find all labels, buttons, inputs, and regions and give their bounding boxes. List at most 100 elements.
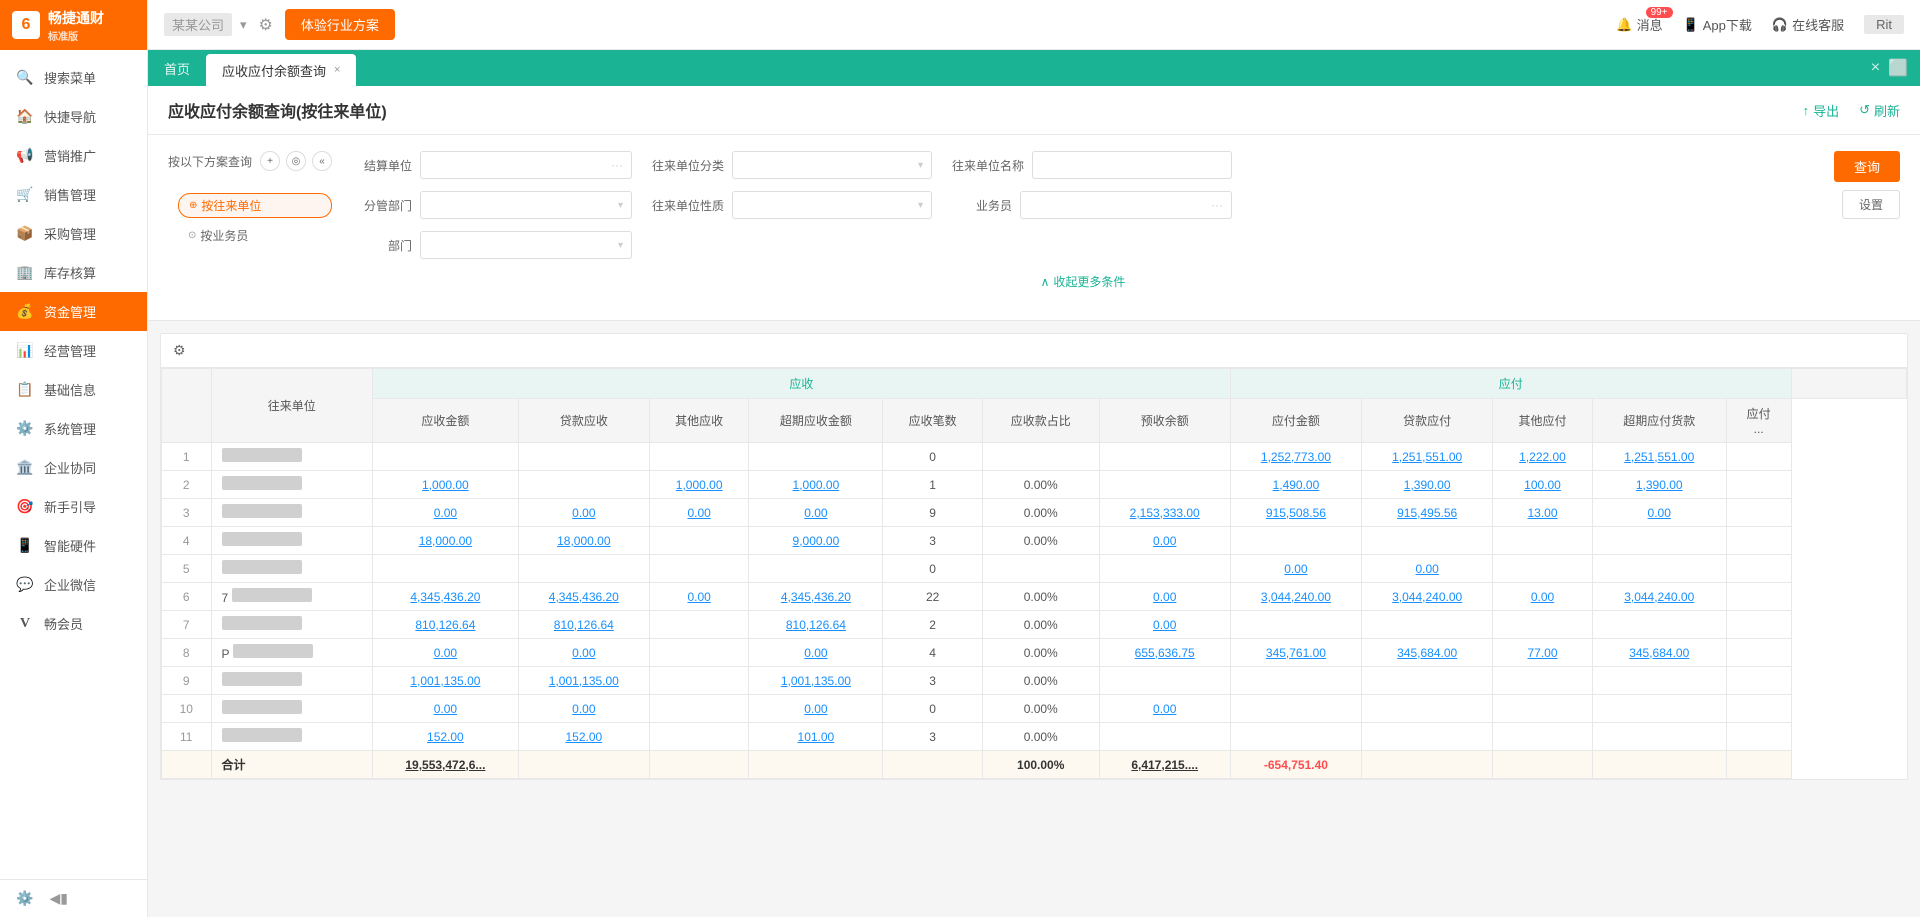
user-info[interactable]: Rit xyxy=(1864,17,1904,32)
sidebar-item-system[interactable]: ⚙️ 系统管理 xyxy=(0,409,147,448)
tab-close-all-icon[interactable]: × xyxy=(1871,59,1880,77)
tab-maximize-icon[interactable]: ⬜ xyxy=(1888,58,1908,78)
sidebar-item-marketing[interactable]: 📢 营销推广 xyxy=(0,136,147,175)
set-button[interactable]: 设置 xyxy=(1842,190,1900,219)
filter-settlement-unit: 结算单位 ··· xyxy=(352,151,632,179)
dept-input[interactable]: ▾ xyxy=(420,191,632,219)
table-row: 8P 0.000.000.0040.00%655,636.75345,761.0… xyxy=(162,639,1907,667)
sidebar-settings-icon[interactable]: ⚙️ xyxy=(16,890,33,907)
partner-cell: P xyxy=(211,639,373,667)
filter-dept: 分管部门 ▾ xyxy=(352,191,632,219)
ar-group-header: 应收 xyxy=(373,369,1231,399)
sidebar-collapse-icon[interactable]: ◀▮ xyxy=(49,890,67,907)
solution-button[interactable]: 体验行业方案 xyxy=(285,9,395,40)
scheme-inactive-icon: ⊙ xyxy=(188,230,196,241)
filter-row-2: 分管部门 ▾ 往来单位性质 ▾ xyxy=(352,191,1814,219)
content-area: 应收应付余额查询(按往来单位) ↑ 导出 ↺ 刷新 按以下方案查询 xyxy=(148,86,1920,780)
sales-icon: 🛒 xyxy=(16,186,34,203)
data-table: 往来单位 应收 应付 应收金额 贷款应收 其他应收 超期应收金额 应收笔数 应收… xyxy=(161,368,1907,779)
main-content: 应收应付余额查询(按往来单位) ↑ 导出 ↺ 刷新 按以下方案查询 xyxy=(148,86,1920,917)
tab-ar-query[interactable]: 应收应付余额查询 × xyxy=(206,54,356,86)
tab-home[interactable]: 首页 xyxy=(148,50,206,86)
table-row: 21,000.001,000.001,000.0010.00%1,490.001… xyxy=(162,471,1907,499)
col-ar-overdue-header: 超期应收金额 xyxy=(749,399,883,443)
sidebar-item-sales[interactable]: 🛒 销售管理 xyxy=(0,175,147,214)
sidebar-item-funds[interactable]: 💰 资金管理 xyxy=(0,292,147,331)
partner-cell xyxy=(211,471,373,499)
hardware-icon: 📱 xyxy=(16,537,34,554)
sidebar-item-quicknav[interactable]: 🏠 快捷导航 xyxy=(0,97,147,136)
collapse-button[interactable]: ∧ 收起更多条件 xyxy=(1041,267,1126,296)
sidebar-item-guide[interactable]: 🎯 新手引导 xyxy=(0,487,147,526)
add-scheme-icon[interactable]: + xyxy=(260,151,280,171)
filter-collapse-section: ∧ 收起更多条件 xyxy=(352,259,1814,304)
table-row: 101,252,773.001,251,551.001,222.001,251,… xyxy=(162,443,1907,471)
table-row: 100.000.000.0000.00%0.00 xyxy=(162,695,1907,723)
tabs-right-actions: × ⬜ xyxy=(1871,58,1920,78)
enterprise-icon: 🏛️ xyxy=(16,459,34,476)
scheme-by-salesman[interactable]: ⊙ 按业务员 xyxy=(178,224,332,247)
member-icon: V xyxy=(16,616,34,632)
export-button[interactable]: ↑ 导出 xyxy=(1803,101,1840,120)
partner-cell xyxy=(211,695,373,723)
total-ar-amount[interactable]: 19,553,472,6... xyxy=(373,751,519,779)
col-no-header xyxy=(162,369,212,443)
table-row: 67 4,345,436.204,345,436.200.004,345,436… xyxy=(162,583,1907,611)
messages-button[interactable]: 🔔 消息 99+ xyxy=(1616,15,1662,34)
settlement-unit-dots: ··· xyxy=(611,158,623,172)
tab-close-icon[interactable]: × xyxy=(334,64,340,76)
total-row: 合计 19,553,472,6... 100.00% 6,417,215....… xyxy=(162,751,1907,779)
partner-category-input[interactable]: ▾ xyxy=(732,151,932,179)
logo-icon: 6 xyxy=(12,11,40,39)
department-arrow: ▾ xyxy=(618,240,623,251)
department-input[interactable]: ▾ xyxy=(420,231,632,259)
table-row: 500.000.00 xyxy=(162,555,1907,583)
basic-icon: 📋 xyxy=(16,381,34,398)
filter-row-3: 部门 ▾ xyxy=(352,231,1814,259)
system-icon: ⚙️ xyxy=(16,420,34,437)
total-ar-advance[interactable]: 6,417,215.... xyxy=(1099,751,1230,779)
sidebar-item-enterprise[interactable]: 🏛️ 企业协同 xyxy=(0,448,147,487)
breadcrumb: 某某公司 ▾ xyxy=(164,13,247,36)
filter-row-1: 结算单位 ··· 往来单位分类 ▾ xyxy=(352,151,1814,179)
partner-nature-arrow: ▾ xyxy=(918,200,923,211)
col-ar-count-header: 应收笔数 xyxy=(883,399,982,443)
partner-name-input[interactable] xyxy=(1032,151,1232,179)
app-download-button[interactable]: 📱 App下载 xyxy=(1683,15,1752,34)
data-table-wrapper: ⚙ 往来单位 应收 应付 应收金额 贷款应收 其他应收 超期应收金额 xyxy=(160,333,1908,780)
sidebar-item-operations[interactable]: 📊 经营管理 xyxy=(0,331,147,370)
partner-cell xyxy=(211,527,373,555)
col-ar-ratio-header: 应收款占比 xyxy=(982,399,1099,443)
settings-gear-icon[interactable]: ⚙ xyxy=(259,15,273,35)
online-service-button[interactable]: 🎧 在线客服 xyxy=(1772,15,1844,34)
sidebar-item-hardware[interactable]: 📱 智能硬件 xyxy=(0,526,147,565)
partner-nature-input[interactable]: ▾ xyxy=(732,191,932,219)
settlement-unit-input[interactable]: ··· xyxy=(420,151,632,179)
scheme-list: ⊕ 按往来单位 ⊙ 按业务员 xyxy=(168,193,332,247)
purchase-icon: 📦 xyxy=(16,225,34,242)
col-ap-other-header: 其他应付 xyxy=(1493,399,1592,443)
sidebar: 6 畅捷通财 标准版 🔍 搜索菜单 🏠 快捷导航 📢 营销推广 🛒 销售管理 📦… xyxy=(0,0,148,917)
sidebar-item-basic[interactable]: 📋 基础信息 xyxy=(0,370,147,409)
sidebar-item-inventory[interactable]: 🏢 库存核算 xyxy=(0,253,147,292)
query-button[interactable]: 查询 xyxy=(1834,151,1900,182)
sidebar-item-purchase[interactable]: 📦 采购管理 xyxy=(0,214,147,253)
refresh-icon: ↺ xyxy=(1859,102,1870,118)
page-header: 应收应付余额查询(按往来单位) ↑ 导出 ↺ 刷新 xyxy=(148,86,1920,135)
logo-text: 畅捷通财 标准版 xyxy=(48,8,104,43)
sidebar-item-member[interactable]: V 畅会员 xyxy=(0,604,147,643)
operations-icon: 📊 xyxy=(16,342,34,359)
salesman-input[interactable]: ··· xyxy=(1020,191,1232,219)
edit-scheme-icon[interactable]: ◎ xyxy=(286,151,306,171)
sidebar-item-wechat[interactable]: 💬 企业微信 xyxy=(0,565,147,604)
sidebar-nav: 🔍 搜索菜单 🏠 快捷导航 📢 营销推广 🛒 销售管理 📦 采购管理 🏢 库存核… xyxy=(0,50,147,879)
sidebar-item-search[interactable]: 🔍 搜索菜单 xyxy=(0,58,147,97)
more-scheme-icon[interactable]: « xyxy=(312,151,332,171)
sidebar-logo: 6 畅捷通财 标准版 xyxy=(0,0,147,50)
col-ar-amount-header: 应收金额 xyxy=(373,399,519,443)
table-settings-icon[interactable]: ⚙ xyxy=(173,342,186,359)
partner-cell xyxy=(211,499,373,527)
sidebar-bottom: ⚙️ ◀▮ xyxy=(0,879,147,917)
refresh-button[interactable]: ↺ 刷新 xyxy=(1859,101,1900,120)
scheme-by-partner[interactable]: ⊕ 按往来单位 xyxy=(178,193,332,218)
